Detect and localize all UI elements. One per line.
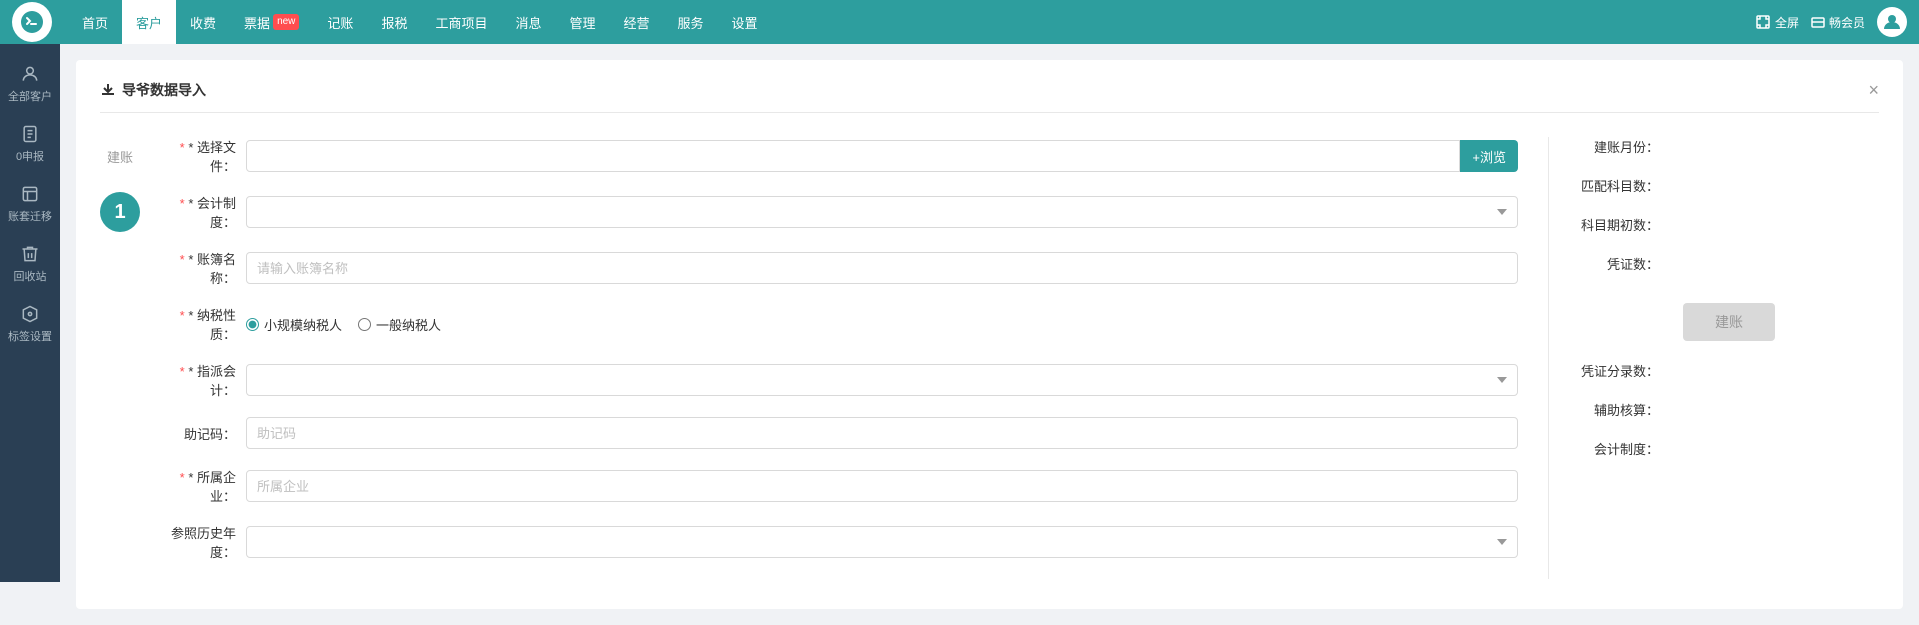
history-year-row: 参照历史年度： bbox=[156, 523, 1518, 561]
close-button[interactable]: × bbox=[1868, 81, 1879, 99]
form-left: 建账 1 * 选择文件： +浏览 * 会计制度： bbox=[100, 137, 1518, 579]
memo-label: 助记码： bbox=[156, 424, 246, 443]
user-avatar[interactable] bbox=[1877, 7, 1907, 37]
radio-small-taxpayer[interactable]: 小规模纳税人 bbox=[246, 315, 342, 334]
nav-right-actions: 全屏 畅会员 bbox=[1755, 7, 1907, 37]
file-input-group: +浏览 bbox=[246, 140, 1518, 172]
voucher-entries-row: 凭证分录数： bbox=[1579, 361, 1879, 380]
step-indicator: 1 bbox=[100, 192, 140, 232]
radio-general-taxpayer[interactable]: 一般纳税人 bbox=[358, 315, 441, 334]
form-right: 建账月份： 匹配科目数： 科目期初数： 凭证数： 建账 bbox=[1579, 137, 1879, 579]
accountant-select[interactable] bbox=[246, 364, 1518, 396]
sidebar-ledger-migrate-label: 账套迁移 bbox=[8, 208, 52, 224]
initial-label: 科目期初数： bbox=[1579, 215, 1669, 234]
nav-bookkeeping[interactable]: 记账 bbox=[313, 0, 367, 44]
accounting-system-label: * 会计制度： bbox=[156, 193, 246, 231]
sidebar-tag-settings-label: 标签设置 bbox=[8, 328, 52, 344]
radio-general-label: 一般纳税人 bbox=[376, 315, 441, 334]
voucher-row: 凭证数： bbox=[1579, 254, 1879, 273]
accounting-system-right-label: 会计制度： bbox=[1579, 439, 1669, 458]
fullscreen-button[interactable]: 全屏 bbox=[1755, 14, 1799, 31]
form-fields: * 选择文件： +浏览 * 会计制度： * 账簿名称： bbox=[156, 137, 1518, 579]
sidebar-item-tag-settings[interactable]: 标签设置 bbox=[0, 294, 60, 354]
sidebar-item-recycle[interactable]: 回收站 bbox=[0, 234, 60, 294]
form-container: 建账 1 * 选择文件： +浏览 * 会计制度： bbox=[100, 137, 1879, 579]
voucher-label: 凭证数： bbox=[1579, 254, 1669, 273]
sidebar-all-customers-label: 全部客户 bbox=[8, 88, 52, 104]
accounting-system-row: * 会计制度： bbox=[156, 193, 1518, 231]
match-row: 匹配科目数： bbox=[1579, 176, 1879, 195]
dialog-panel: 导爷数据导入 × 建账 1 * 选择文件： +浏览 bbox=[76, 60, 1903, 609]
month-row: 建账月份： bbox=[1579, 137, 1879, 156]
nav-invoice[interactable]: 票据 new bbox=[230, 0, 313, 44]
main-content: 导爷数据导入 × 建账 1 * 选择文件： +浏览 bbox=[60, 44, 1919, 625]
history-year-label: 参照历史年度： bbox=[156, 523, 246, 561]
dialog-title: 导爷数据导入 bbox=[100, 80, 206, 100]
file-label: * 选择文件： bbox=[156, 137, 246, 175]
member-button[interactable]: 畅会员 bbox=[1811, 14, 1865, 31]
new-badge: new bbox=[273, 14, 299, 30]
sidebar: 全部客户 0申报 账套迁移 回收站 标签设置 bbox=[0, 44, 60, 582]
create-account-button[interactable]: 建账 bbox=[1683, 303, 1775, 341]
company-row: * 所属企业： bbox=[156, 467, 1518, 505]
nav-home[interactable]: 首页 bbox=[68, 0, 122, 44]
sidebar-recycle-label: 回收站 bbox=[14, 268, 47, 284]
ledger-name-input[interactable] bbox=[246, 252, 1518, 284]
month-label: 建账月份： bbox=[1579, 137, 1669, 156]
tax-type-label: * 纳税性质： bbox=[156, 305, 246, 343]
initial-row: 科目期初数： bbox=[1579, 215, 1879, 234]
nav-business-project[interactable]: 工商项目 bbox=[421, 0, 501, 44]
import-icon bbox=[100, 82, 116, 98]
radio-general-input[interactable] bbox=[358, 318, 371, 331]
history-year-select[interactable] bbox=[246, 526, 1518, 558]
sidebar-item-ledger-migrate[interactable]: 账套迁移 bbox=[0, 174, 60, 234]
nav-customers[interactable]: 客户 bbox=[122, 0, 176, 44]
memo-row: 助记码： bbox=[156, 417, 1518, 449]
aux-row: 辅助核算： bbox=[1579, 400, 1879, 419]
app-logo[interactable] bbox=[12, 2, 52, 42]
sidebar-zero-declare-label: 0申报 bbox=[16, 148, 44, 164]
nav-service[interactable]: 服务 bbox=[664, 0, 718, 44]
company-input[interactable] bbox=[246, 470, 1518, 502]
nav-tax[interactable]: 报税 bbox=[367, 0, 421, 44]
browse-button[interactable]: +浏览 bbox=[1460, 140, 1518, 172]
sidebar-item-all-customers[interactable]: 全部客户 bbox=[0, 54, 60, 114]
accountant-label: * 指派会计： bbox=[156, 361, 246, 399]
fullscreen-label: 全屏 bbox=[1775, 14, 1799, 31]
dialog-header: 导爷数据导入 × bbox=[100, 80, 1879, 113]
tax-type-radio-group: 小规模纳税人 一般纳税人 bbox=[246, 315, 441, 334]
member-label: 畅会员 bbox=[1829, 14, 1865, 31]
voucher-entries-label: 凭证分录数： bbox=[1579, 361, 1669, 380]
nav-billing[interactable]: 收费 bbox=[176, 0, 230, 44]
radio-small-input[interactable] bbox=[246, 318, 259, 331]
top-navigation: 首页 客户 收费 票据 new 记账 报税 工商项目 消息 管理 经营 服务 设… bbox=[0, 0, 1919, 44]
company-label: * 所属企业： bbox=[156, 467, 246, 505]
accountant-row: * 指派会计： bbox=[156, 361, 1518, 399]
accounting-system-right-row: 会计制度： bbox=[1579, 439, 1879, 458]
form-divider bbox=[1548, 137, 1549, 579]
match-label: 匹配科目数： bbox=[1579, 176, 1669, 195]
dialog-title-text: 导爷数据导入 bbox=[122, 80, 206, 100]
memo-input[interactable] bbox=[246, 417, 1518, 449]
file-input[interactable] bbox=[246, 140, 1460, 172]
file-row: * 选择文件： +浏览 bbox=[156, 137, 1518, 175]
nav-menu: 首页 客户 收费 票据 new 记账 报税 工商项目 消息 管理 经营 服务 设… bbox=[68, 0, 1755, 44]
ledger-name-label: * 账簿名称： bbox=[156, 249, 246, 287]
accounting-system-select[interactable] bbox=[246, 196, 1518, 228]
build-account-label: 建账 bbox=[107, 147, 133, 166]
nav-message[interactable]: 消息 bbox=[501, 0, 555, 44]
sidebar-item-zero-declare[interactable]: 0申报 bbox=[0, 114, 60, 174]
nav-operation[interactable]: 经营 bbox=[610, 0, 664, 44]
nav-settings[interactable]: 设置 bbox=[718, 0, 772, 44]
nav-manage[interactable]: 管理 bbox=[555, 0, 609, 44]
radio-small-label: 小规模纳税人 bbox=[264, 315, 342, 334]
tax-type-row: * 纳税性质： 小规模纳税人 一般纳税人 bbox=[156, 305, 1518, 343]
ledger-name-row: * 账簿名称： bbox=[156, 249, 1518, 287]
aux-label: 辅助核算： bbox=[1579, 400, 1669, 419]
